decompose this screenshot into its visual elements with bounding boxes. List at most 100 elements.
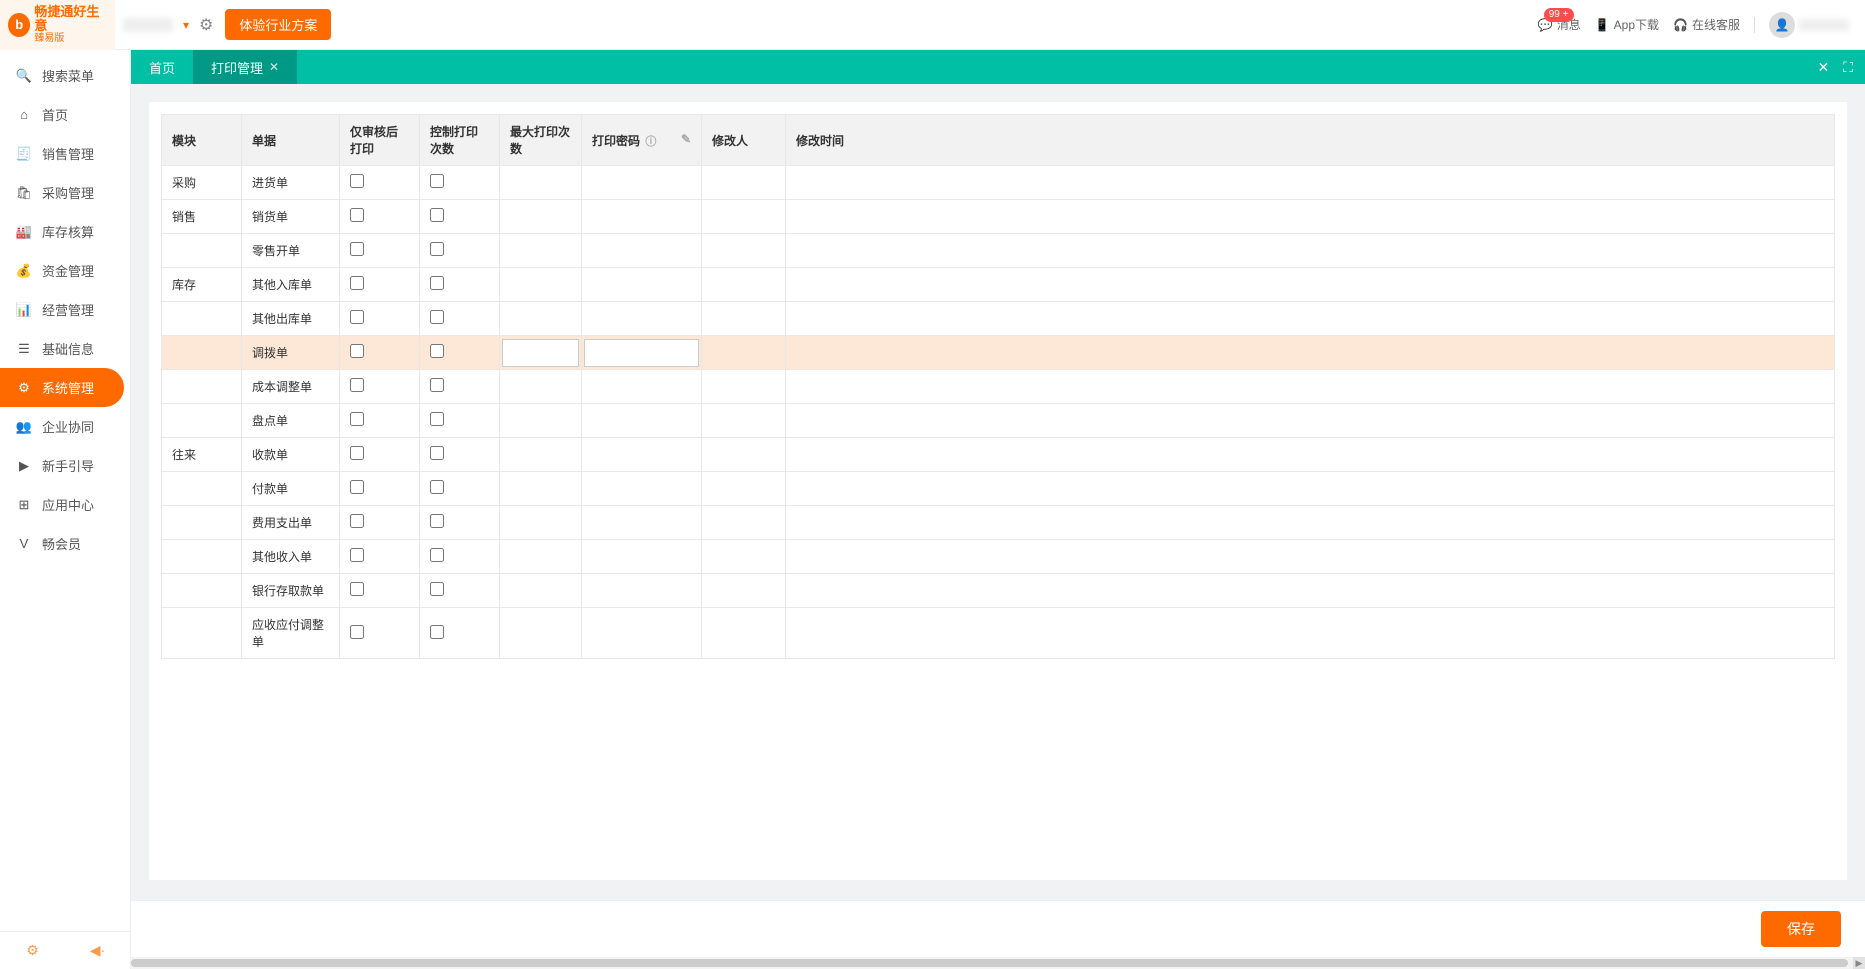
sidebar-item-0[interactable]: 🔍搜索菜单 <box>0 56 130 95</box>
sidebar-item-7[interactable]: ☰基础信息 <box>0 329 130 368</box>
col-header-doc: 单据 <box>242 115 340 166</box>
checkbox[interactable] <box>350 514 364 528</box>
sidebar-item-5[interactable]: 💰资金管理 <box>0 251 130 290</box>
checkbox[interactable] <box>350 242 364 256</box>
fullscreen-button[interactable]: ⛶ <box>1839 55 1857 80</box>
cell-pwd <box>582 234 702 268</box>
checkbox[interactable] <box>430 625 444 639</box>
checkbox[interactable] <box>430 582 444 596</box>
cell-max-count <box>500 200 582 234</box>
cell-audit-only <box>340 234 420 268</box>
cell-ctrl-count <box>420 506 500 540</box>
sidebar-item-2[interactable]: 🧾销售管理 <box>0 134 130 173</box>
checkbox[interactable] <box>430 208 444 222</box>
cell-max-count <box>500 472 582 506</box>
sidebar-item-4[interactable]: 🏭库存核算 <box>0 212 130 251</box>
close-icon[interactable]: ✕ <box>269 60 279 74</box>
cell-modified-at <box>786 200 1835 234</box>
cell-pwd <box>582 302 702 336</box>
messages-button[interactable]: 💬 消息 99 + <box>1538 16 1581 33</box>
cell-pwd <box>582 608 702 659</box>
checkbox[interactable] <box>350 548 364 562</box>
sidebar-item-10[interactable]: ▶新手引导 <box>0 446 130 485</box>
checkbox[interactable] <box>430 344 444 358</box>
tab-0[interactable]: 首页 <box>131 50 193 84</box>
phone-icon: 📱 <box>1595 18 1610 32</box>
edit-column-icon[interactable]: ✎ <box>681 132 691 146</box>
gear-icon[interactable]: ⚙ <box>199 15 213 35</box>
checkbox[interactable] <box>350 446 364 460</box>
cell-modified-at <box>786 540 1835 574</box>
online-service-button[interactable]: 🎧 在线客服 <box>1673 16 1740 33</box>
checkbox[interactable] <box>430 412 444 426</box>
checkbox[interactable] <box>350 625 364 639</box>
horizontal-scrollbar[interactable]: ▶ <box>131 957 1865 969</box>
user-menu[interactable]: 👤 <box>1769 12 1849 38</box>
checkbox[interactable] <box>350 310 364 324</box>
app-download-button[interactable]: 📱 App下载 <box>1595 16 1659 33</box>
cell-modified-at <box>786 166 1835 200</box>
save-button[interactable]: 保存 <box>1761 911 1841 947</box>
checkbox[interactable] <box>430 276 444 290</box>
cell-modified-at <box>786 404 1835 438</box>
sidebar-collapse-button[interactable]: ◀· <box>65 932 130 969</box>
tab-1[interactable]: 打印管理✕ <box>193 50 297 84</box>
cell-ctrl-count <box>420 200 500 234</box>
cell-ctrl-count <box>420 608 500 659</box>
cell-modifier <box>702 370 786 404</box>
menu-icon: ⚙ <box>16 380 32 396</box>
checkbox[interactable] <box>350 208 364 222</box>
checkbox[interactable] <box>350 412 364 426</box>
sidebar-item-9[interactable]: 👥企业协同 <box>0 407 130 446</box>
print-password-input[interactable] <box>584 339 699 367</box>
sidebar-item-1[interactable]: ⌂首页 <box>0 95 130 134</box>
sidebar-item-6[interactable]: 📊经营管理 <box>0 290 130 329</box>
checkbox[interactable] <box>350 344 364 358</box>
checkbox[interactable] <box>350 174 364 188</box>
avatar-icon: 👤 <box>1769 12 1795 38</box>
checkbox[interactable] <box>430 446 444 460</box>
cell-doc: 银行存取款单 <box>242 574 340 608</box>
sidebar-item-11[interactable]: ⊞应用中心 <box>0 485 130 524</box>
cell-max-count <box>500 166 582 200</box>
checkbox[interactable] <box>350 480 364 494</box>
col-header-pwd-text: 打印密码 <box>592 134 640 148</box>
sidebar: 🔍搜索菜单⌂首页🧾销售管理🛍采购管理🏭库存核算💰资金管理📊经营管理☰基础信息⚙系… <box>0 50 131 969</box>
col-header-modified-at: 修改时间 <box>786 115 1835 166</box>
scrollbar-thumb[interactable] <box>131 959 1848 967</box>
scrollbar-right-arrow[interactable]: ▶ <box>1853 957 1865 969</box>
online-service-label: 在线客服 <box>1692 16 1740 33</box>
sidebar-item-12[interactable]: V畅会员 <box>0 524 130 563</box>
checkbox[interactable] <box>350 582 364 596</box>
cell-ctrl-count <box>420 302 500 336</box>
sidebar-item-8[interactable]: ⚙系统管理 <box>0 368 124 407</box>
sidebar-settings-button[interactable]: ⚙ <box>0 932 65 969</box>
cell-ctrl-count <box>420 574 500 608</box>
help-icon[interactable]: ⓘ <box>645 136 656 148</box>
cell-modified-at <box>786 472 1835 506</box>
checkbox[interactable] <box>350 378 364 392</box>
cell-doc: 其他收入单 <box>242 540 340 574</box>
cell-pwd <box>582 472 702 506</box>
company-selector[interactable]: ▾ <box>123 18 199 32</box>
cell-ctrl-count <box>420 404 500 438</box>
checkbox[interactable] <box>430 310 444 324</box>
menu-icon: 💰 <box>16 263 32 279</box>
checkbox[interactable] <box>430 514 444 528</box>
col-header-max-count: 最大打印次数 <box>500 115 582 166</box>
cell-doc: 其他入库单 <box>242 268 340 302</box>
checkbox[interactable] <box>430 480 444 494</box>
headset-icon: 🎧 <box>1673 18 1688 32</box>
checkbox[interactable] <box>430 378 444 392</box>
cell-audit-only <box>340 472 420 506</box>
checkbox[interactable] <box>430 174 444 188</box>
tab-close-all-button[interactable]: ✕ <box>1813 55 1833 80</box>
experience-plan-button[interactable]: 体验行业方案 <box>225 9 331 40</box>
checkbox[interactable] <box>430 242 444 256</box>
checkbox[interactable] <box>350 276 364 290</box>
logo[interactable]: b 畅捷通好生意 臻易版 <box>0 0 115 50</box>
sidebar-item-3[interactable]: 🛍采购管理 <box>0 173 130 212</box>
max-count-input[interactable] <box>502 339 579 367</box>
cell-max-count <box>500 438 582 472</box>
checkbox[interactable] <box>430 548 444 562</box>
